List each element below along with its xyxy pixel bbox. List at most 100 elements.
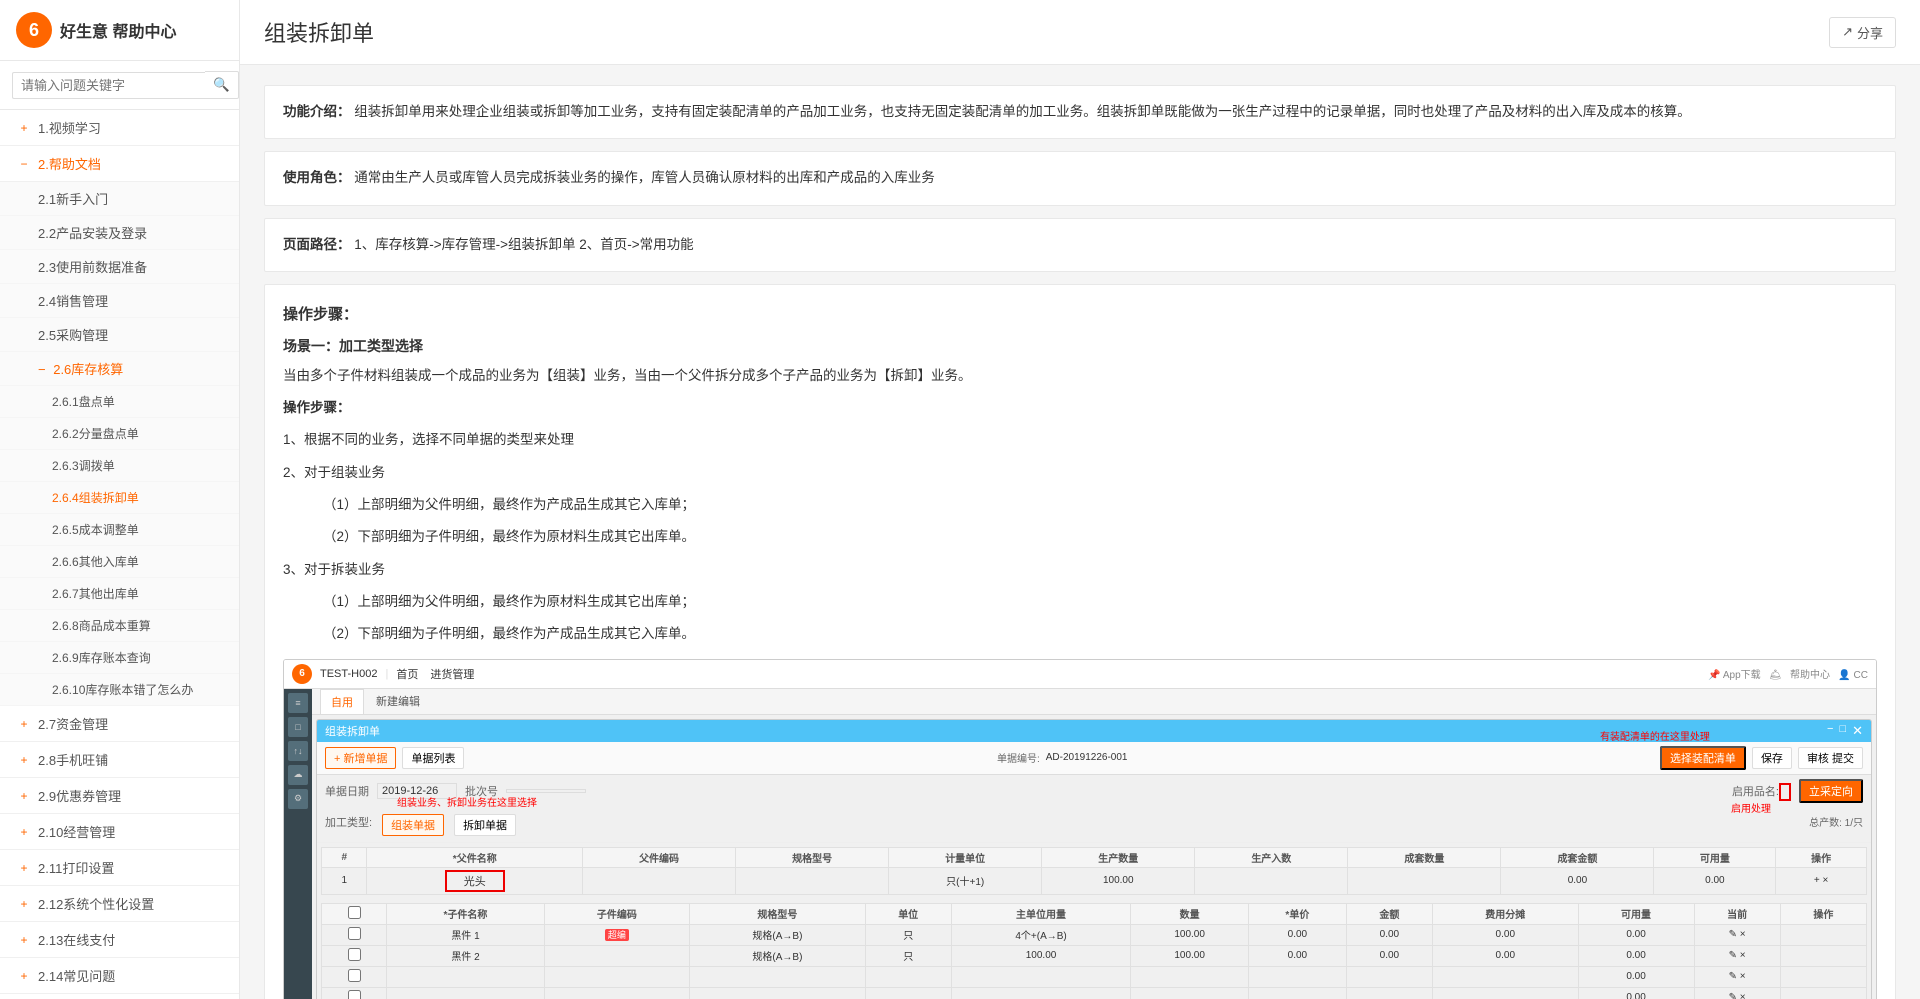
mock-max-btn[interactable]: □ (1839, 723, 1846, 739)
annotation-label-3: 组装业务、拆卸业务在这里选择 (397, 794, 537, 809)
cd-amt-2: 0.00 (1346, 945, 1432, 966)
sidebar-nav: + 1.视频学习 − 2.帮助文档 2.1新手入门 2.2产品安装及登录 2.3… (0, 110, 239, 999)
sidebar-item-cost-adjust[interactable]: 2.6.5成本调整单 (0, 514, 239, 546)
share-button[interactable]: ↗ 分享 (1829, 17, 1896, 48)
mock-window: 组装拆卸单 − □ ✕ + (316, 719, 1872, 999)
mini-icon-4: ☁ (288, 765, 308, 785)
mock-min-btn[interactable]: − (1827, 723, 1833, 739)
sidebar-item-stock-check[interactable]: 2.6.1盘点单 (0, 386, 239, 418)
cd-main-1: 4个+(A→B) (951, 924, 1131, 945)
mock-doc-toolbar: + 新增单据 单据列表 单据编号: AD-20191226-001 (317, 742, 1871, 775)
mock-nav: 首页 进货管理 (396, 666, 474, 682)
mock-close-btn[interactable]: ✕ (1852, 723, 1863, 739)
td-name-input[interactable]: 光头 (445, 870, 505, 892)
cd-del-1[interactable]: × (1740, 929, 1746, 940)
plus-icon-4: + (16, 788, 32, 804)
mock-tab-1[interactable]: 自用 (320, 689, 364, 714)
sidebar-item-cost-recalc[interactable]: 2.6.8商品成本重算 (0, 610, 239, 642)
sidebar-item-cases[interactable]: + 2.15操作案例 (0, 994, 239, 999)
cd-edit-2[interactable]: ✎ (1729, 950, 1737, 961)
cth-amt: 金额 (1346, 903, 1432, 924)
mock-add-btn[interactable]: + 新增单据 (325, 747, 396, 769)
sidebar-item-docs[interactable]: − 2.帮助文档 (0, 146, 239, 182)
sidebar-item-transfer[interactable]: 2.6.3调拨单 (0, 450, 239, 482)
mock-batch-value[interactable] (506, 789, 586, 793)
check-all[interactable] (348, 906, 361, 919)
cd-del-4[interactable]: × (1740, 992, 1746, 999)
mock-nav-item-2[interactable]: 进货管理 (430, 666, 474, 682)
sidebar-item-partial-check[interactable]: 2.6.2分量盘点单 (0, 418, 239, 450)
cd-price-2: 0.00 (1248, 945, 1346, 966)
cd-del-3[interactable]: × (1740, 971, 1746, 982)
th-qty: 生产数量 (1042, 847, 1195, 867)
th-amount: 成套金额 (1501, 847, 1654, 867)
sidebar-item-sales[interactable]: 2.4销售管理 (0, 284, 239, 318)
td-add-icon[interactable]: + (1814, 875, 1820, 886)
mock-assembly-btn[interactable]: 选择装配清单 (1660, 746, 1746, 770)
sidebar-item-ledger-query[interactable]: 2.6.9库存账本查询 (0, 642, 239, 674)
mock-nav-item-1[interactable]: 首页 (396, 666, 418, 682)
sidebar-item-settings[interactable]: + 2.12系统个性化设置 (0, 886, 239, 922)
mock-tab-2[interactable]: 新建编辑 (366, 689, 430, 713)
plus-icon-2: + (16, 716, 32, 732)
sidebar-item-ops[interactable]: + 2.10经营管理 (0, 814, 239, 850)
cd-code-2 (544, 945, 690, 966)
cd-edit-1[interactable]: ✎ (1729, 929, 1737, 940)
scene1-desc: 当由多个子件材料组装成一个成品的业务为【组装】业务，当由一个父件拆分成多个子产品… (283, 364, 1877, 388)
sidebar-item-beginner[interactable]: 2.1新手入门 (0, 182, 239, 216)
sidebar-item-faq[interactable]: + 2.14常见问题 (0, 958, 239, 994)
sidebar-item-coupon[interactable]: + 2.9优惠券管理 (0, 778, 239, 814)
mock-window-title: 组装拆卸单 (325, 723, 380, 739)
sidebar-item-video[interactable]: + 1.视频学习 (0, 110, 239, 146)
sidebar-item-inventory[interactable]: − 2.6库存核算 (0, 352, 239, 386)
sidebar-item-mobile[interactable]: + 2.8手机旺铺 (0, 742, 239, 778)
mock-save2-btn[interactable]: 立采定向 (1799, 779, 1863, 803)
sidebar-item-data-prep[interactable]: 2.3使用前数据准备 (0, 250, 239, 284)
cd-unit-1: 只 (865, 924, 951, 945)
td-name-1: 光头 (367, 867, 583, 894)
sidebar-item-assembly[interactable]: 2.6.4组装拆卸单 (0, 482, 239, 514)
path-block: 页面路径： 1、库存核算->库存管理->组装拆卸单 2、首页->常用功能 (264, 218, 1896, 272)
cd-edit-3[interactable]: ✎ (1729, 971, 1737, 982)
cd-qty-1: 100.00 (1131, 924, 1249, 945)
cd-del-2[interactable]: × (1740, 950, 1746, 961)
search-button[interactable]: 🔍 (205, 71, 239, 99)
td-avail-1: 0.00 (1654, 867, 1776, 894)
mock-tab-bar: 自用 新建编辑 (312, 689, 1876, 715)
sidebar-item-finance[interactable]: + 2.7资金管理 (0, 706, 239, 742)
mock-assembly-type-btn[interactable]: 组装单据 (382, 814, 444, 836)
intro-text: 组装拆卸单用来处理企业组装或拆卸等加工业务，支持有固定装配清单的产品加工业务，也… (354, 104, 1691, 119)
mock-save-btn[interactable]: 保存 (1752, 747, 1792, 769)
mock-disassembly-type-btn[interactable]: 拆卸单据 (454, 814, 516, 836)
sidebar-item-install[interactable]: 2.2产品安装及登录 (0, 216, 239, 250)
row-check-2[interactable] (348, 948, 361, 961)
sidebar-item-other-out[interactable]: 2.6.7其他出库单 (0, 578, 239, 610)
step3-2: （2）下部明细为子件明细，最终作为产成品生成其它入库单。 (283, 622, 1877, 646)
td-del-icon[interactable]: × (1823, 875, 1829, 886)
role-block: 使用角色： 通常由生产人员或库管人员完成拆装业务的操作，库管人员确认原材料的出库… (264, 151, 1896, 205)
mock-approve-btn[interactable]: 审核 提交 (1798, 747, 1863, 769)
mock-doc-area: 自用 新建编辑 组装拆卸单 (312, 689, 1876, 999)
minus-icon: − (16, 156, 32, 172)
plus-icon: + (16, 120, 32, 136)
th-seq: # (322, 847, 367, 867)
td-seq-1: 1 (322, 867, 367, 894)
search-input[interactable] (12, 72, 205, 99)
mock-list-btn[interactable]: 单据列表 (402, 747, 464, 769)
row-check-3[interactable] (348, 969, 361, 982)
mock-separator: | (385, 668, 388, 680)
sidebar-item-other-in[interactable]: 2.6.6其他入库单 (0, 546, 239, 578)
cd-curr-2: ✎ × (1694, 945, 1780, 966)
cd-avail-4: 0.00 (1578, 987, 1694, 999)
row-check-1[interactable] (348, 927, 361, 940)
row-check-4[interactable] (348, 990, 361, 999)
mock-body: ≡ □ ↑↓ ☁ ⚙ 自用 (284, 689, 1876, 999)
cd-edit-4[interactable]: ✎ (1729, 992, 1737, 999)
sidebar-item-payment[interactable]: + 2.13在线支付 (0, 922, 239, 958)
mock-enable-input[interactable] (1779, 783, 1791, 801)
sidebar-item-ledger-fix[interactable]: 2.6.10库存账本错了怎么办 (0, 674, 239, 706)
sidebar-item-purchase[interactable]: 2.5采购管理 (0, 318, 239, 352)
logo-icon: 6 (16, 12, 52, 48)
main-header: 组装拆卸单 ↗ 分享 (240, 0, 1920, 65)
sidebar-item-print[interactable]: + 2.11打印设置 (0, 850, 239, 886)
